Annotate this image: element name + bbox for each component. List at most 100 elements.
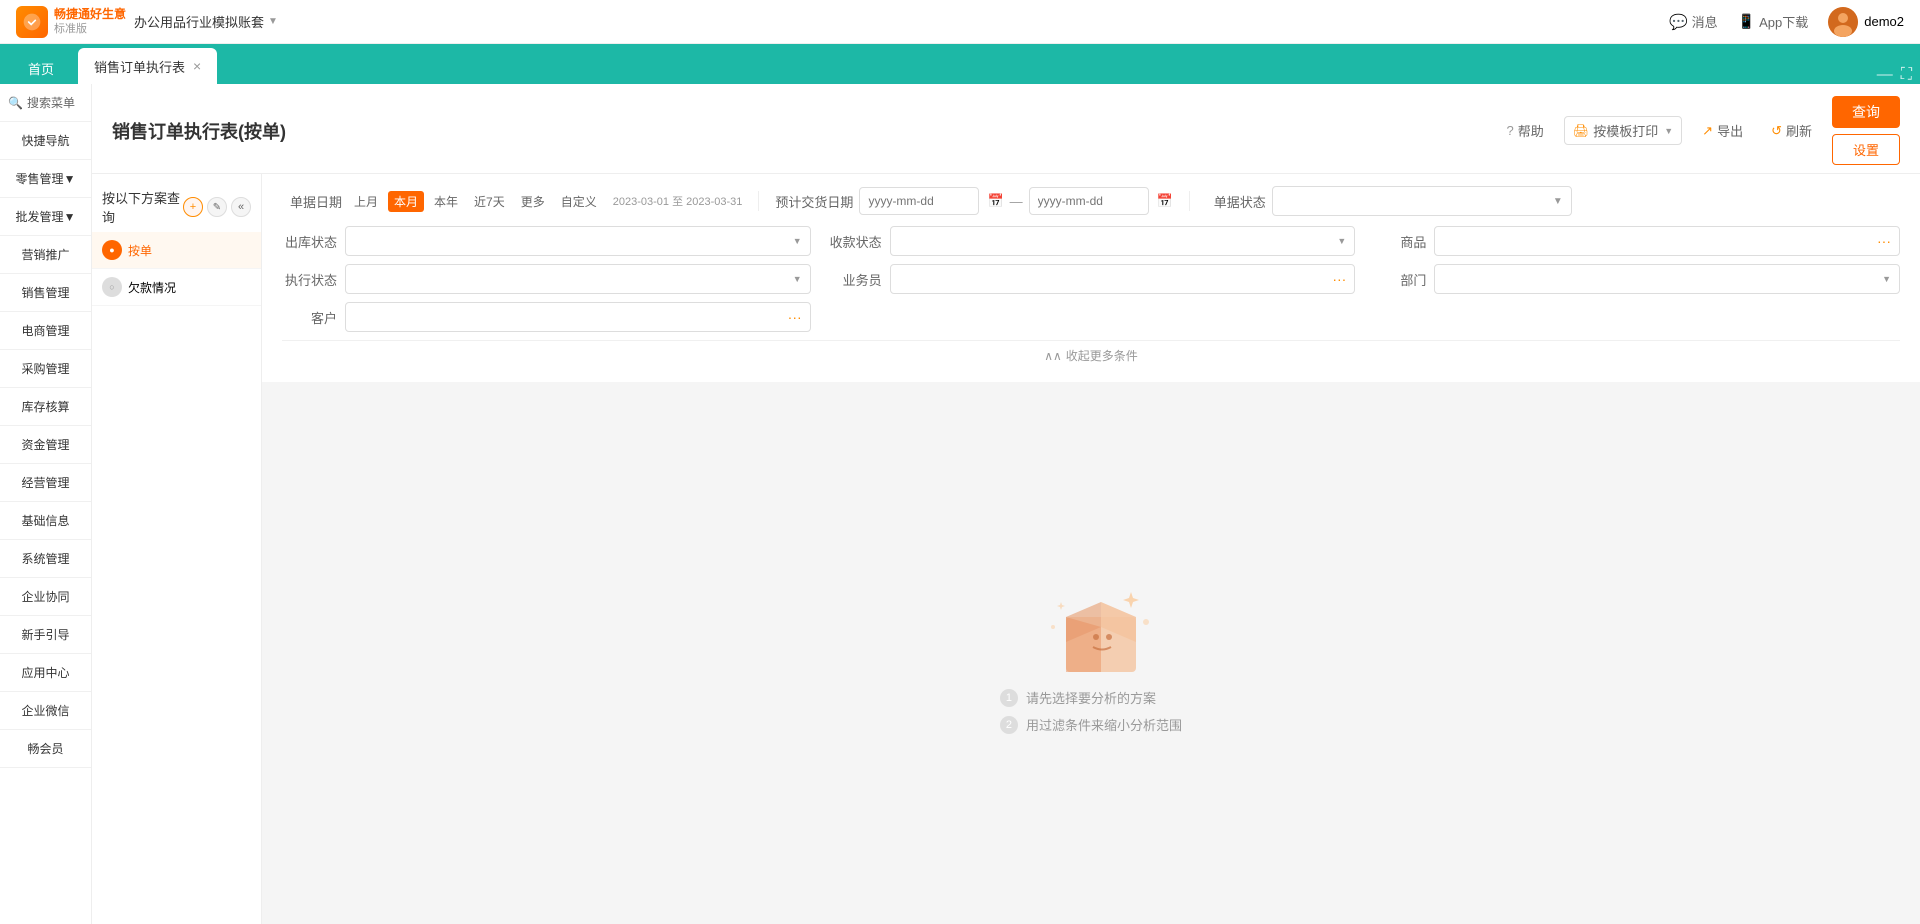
edit-scheme-button[interactable]: ✎ bbox=[207, 197, 227, 217]
query-button[interactable]: 查询 bbox=[1832, 96, 1900, 128]
date-range-display: 2023-03-01 至 2023-03-31 bbox=[613, 193, 743, 209]
date-filter: 单据日期 上月 本月 本年 近7天 更多 自定义 2023-03-01 至 20… bbox=[282, 191, 742, 212]
add-scheme-button[interactable]: + bbox=[183, 197, 203, 217]
scheme-item-icon-active: ● bbox=[102, 240, 122, 260]
delivery-status-select[interactable]: ▼ bbox=[345, 226, 811, 256]
print-button[interactable]: 🖨 按模板打印 ▼ bbox=[1564, 116, 1682, 145]
tab-close-button[interactable]: × bbox=[193, 59, 201, 73]
refresh-button[interactable]: ↺ 刷新 bbox=[1763, 117, 1820, 144]
date-tab-this-year[interactable]: 本年 bbox=[428, 191, 464, 212]
tab-maximize-button[interactable]: ⛶ bbox=[1901, 66, 1912, 84]
salesperson-dots-button[interactable]: ··· bbox=[1332, 271, 1346, 287]
avatar bbox=[1828, 7, 1858, 37]
date-tab-last-month[interactable]: 上月 bbox=[348, 191, 384, 212]
collapse-panel-button[interactable]: « bbox=[231, 197, 251, 217]
export-button[interactable]: ↗ 导出 bbox=[1694, 117, 1751, 144]
collapse-icon: ∧∧ bbox=[1044, 349, 1062, 363]
goods-input[interactable]: ··· bbox=[1434, 226, 1900, 256]
expected-date-end[interactable] bbox=[1029, 187, 1149, 215]
date-tab-custom[interactable]: 自定义 bbox=[555, 191, 603, 212]
exec-status-cell: 执行状态 ▼ bbox=[282, 264, 811, 294]
sidebar-item-appstore[interactable]: 应用中心 bbox=[0, 654, 91, 692]
date-tabs: 上月 本月 本年 近7天 更多 自定义 bbox=[348, 191, 603, 212]
sidebar-item-system[interactable]: 系统管理 bbox=[0, 540, 91, 578]
logo-icon bbox=[16, 6, 48, 38]
expected-date-start[interactable] bbox=[859, 187, 979, 215]
department-select[interactable]: ▼ bbox=[1434, 264, 1900, 294]
customer-input[interactable]: ··· bbox=[345, 302, 811, 332]
left-panel-header: 按以下方案查询 + ✎ « bbox=[92, 182, 261, 232]
goods-dots-button[interactable]: ··· bbox=[1877, 233, 1891, 249]
print-dropdown-icon: ▼ bbox=[1664, 126, 1673, 136]
main-layout: 🔍 搜索菜单 快捷导航 零售管理 批发管理 营销推广 销售管理 电商管理 采购管… bbox=[0, 84, 1920, 924]
tab-bar: 首页 销售订单执行表 × — ⛶ bbox=[0, 44, 1920, 84]
sidebar-item-basics[interactable]: 基础信息 bbox=[0, 502, 91, 540]
calendar-icon-start[interactable]: 📅 bbox=[987, 193, 1003, 209]
user-name: demo2 bbox=[1864, 14, 1904, 29]
user-area[interactable]: demo2 bbox=[1828, 7, 1904, 37]
tab-active[interactable]: 销售订单执行表 × bbox=[78, 48, 217, 84]
divider-2 bbox=[1189, 191, 1190, 211]
collapse-more-button[interactable]: ∧∧ 收起更多条件 bbox=[1044, 347, 1138, 364]
filter-row-4: 客户 ··· bbox=[282, 302, 1900, 332]
download-icon: 📱 bbox=[1738, 13, 1755, 30]
exec-status-select[interactable]: ▼ bbox=[345, 264, 811, 294]
sidebar-item-wholesale[interactable]: 批发管理 bbox=[0, 198, 91, 236]
date-tab-more[interactable]: 更多 bbox=[515, 191, 551, 212]
date-tab-this-month[interactable]: 本月 bbox=[388, 191, 424, 212]
right-section: 单据日期 上月 本月 本年 近7天 更多 自定义 2023-03-01 至 20… bbox=[262, 174, 1920, 924]
sidebar-item-marketing[interactable]: 营销推广 bbox=[0, 236, 91, 274]
sidebar-item-operations[interactable]: 经营管理 bbox=[0, 464, 91, 502]
sidebar-item-retail[interactable]: 零售管理 bbox=[0, 160, 91, 198]
sidebar-item-finance[interactable]: 资金管理 bbox=[0, 426, 91, 464]
app-download-button[interactable]: 📱 App下载 bbox=[1738, 12, 1809, 31]
step-1-circle: 1 bbox=[1000, 689, 1018, 707]
payment-status-select[interactable]: ▼ bbox=[890, 226, 1356, 256]
message-button[interactable]: 💬 消息 bbox=[1669, 12, 1718, 31]
sidebar-search[interactable]: 🔍 搜索菜单 bbox=[0, 84, 91, 122]
payment-status-arrow: ▼ bbox=[1337, 236, 1346, 246]
sidebar-item-enterprise[interactable]: 企业协同 bbox=[0, 578, 91, 616]
delivery-status-cell: 出库状态 ▼ bbox=[282, 226, 811, 256]
scheme-item-anzhang[interactable]: ● 按单 bbox=[92, 232, 261, 269]
date-tab-7days[interactable]: 近7天 bbox=[468, 191, 511, 212]
status-select-arrow: ▼ bbox=[1553, 196, 1563, 207]
sidebar-item-member[interactable]: 畅会员 bbox=[0, 730, 91, 768]
chevron-down-icon: ▼ bbox=[268, 16, 278, 27]
calendar-icon-end[interactable]: 📅 bbox=[1157, 193, 1173, 209]
search-icon: 🔍 bbox=[8, 96, 23, 110]
settings-button[interactable]: 设置 bbox=[1832, 134, 1900, 165]
scheme-item-icon-inactive: ○ bbox=[102, 277, 122, 297]
right-actions: 查询 设置 bbox=[1832, 96, 1900, 165]
salesperson-cell: 业务员 ··· bbox=[827, 264, 1356, 294]
left-panel: 按以下方案查询 + ✎ « ● bbox=[92, 174, 262, 924]
content-area: 销售订单执行表(按单) ? 帮助 🖨 按模板打印 ▼ ↗ 导出 ↺ 刷新 bbox=[92, 84, 1920, 924]
goods-cell: 商品 ··· bbox=[1371, 226, 1900, 256]
sidebar-item-sales[interactable]: 销售管理 bbox=[0, 274, 91, 312]
status-select[interactable]: ▼ bbox=[1272, 186, 1572, 216]
top-header: 畅捷通好生意 标准版 办公用品行业模拟账套 ▼ 💬 消息 📱 App下载 bbox=[0, 0, 1920, 44]
logo-area: 畅捷通好生意 标准版 bbox=[16, 6, 126, 38]
scheme-item-qiankuan[interactable]: ○ 欠款情况 bbox=[92, 269, 261, 306]
sidebar: 🔍 搜索菜单 快捷导航 零售管理 批发管理 营销推广 销售管理 电商管理 采购管… bbox=[0, 84, 92, 924]
empty-step-2: 2 用过滤条件来缩小分析范围 bbox=[1000, 715, 1182, 734]
sidebar-item-inventory[interactable]: 库存核算 bbox=[0, 388, 91, 426]
header-left: 畅捷通好生意 标准版 办公用品行业模拟账套 ▼ bbox=[16, 6, 278, 38]
salesperson-input[interactable]: ··· bbox=[890, 264, 1356, 294]
tab-minimize-button[interactable]: — bbox=[1877, 66, 1893, 84]
customer-dots-button[interactable]: ··· bbox=[788, 309, 802, 325]
filter-row-3: 执行状态 ▼ 业务员 ··· bbox=[282, 264, 1900, 294]
empty-step-1: 1 请先选择要分析的方案 bbox=[1000, 688, 1182, 707]
message-icon: 💬 bbox=[1669, 13, 1688, 31]
sidebar-item-ecommerce[interactable]: 电商管理 bbox=[0, 312, 91, 350]
sidebar-item-weixin[interactable]: 企业微信 bbox=[0, 692, 91, 730]
expected-date-filter: 预计交货日期 📅 — 📅 bbox=[775, 187, 1172, 215]
sidebar-item-quick-nav[interactable]: 快捷导航 bbox=[0, 122, 91, 160]
sidebar-item-newuser[interactable]: 新手引导 bbox=[0, 616, 91, 654]
empty-text: 1 请先选择要分析的方案 2 用过滤条件来缩小分析范围 bbox=[1000, 688, 1182, 734]
help-button[interactable]: ? 帮助 bbox=[1498, 117, 1551, 144]
tab-bar-actions: — ⛶ bbox=[1877, 66, 1920, 84]
industry-select[interactable]: 办公用品行业模拟账套 ▼ bbox=[134, 12, 278, 31]
tab-home[interactable]: 首页 bbox=[8, 52, 74, 84]
sidebar-item-purchase[interactable]: 采购管理 bbox=[0, 350, 91, 388]
